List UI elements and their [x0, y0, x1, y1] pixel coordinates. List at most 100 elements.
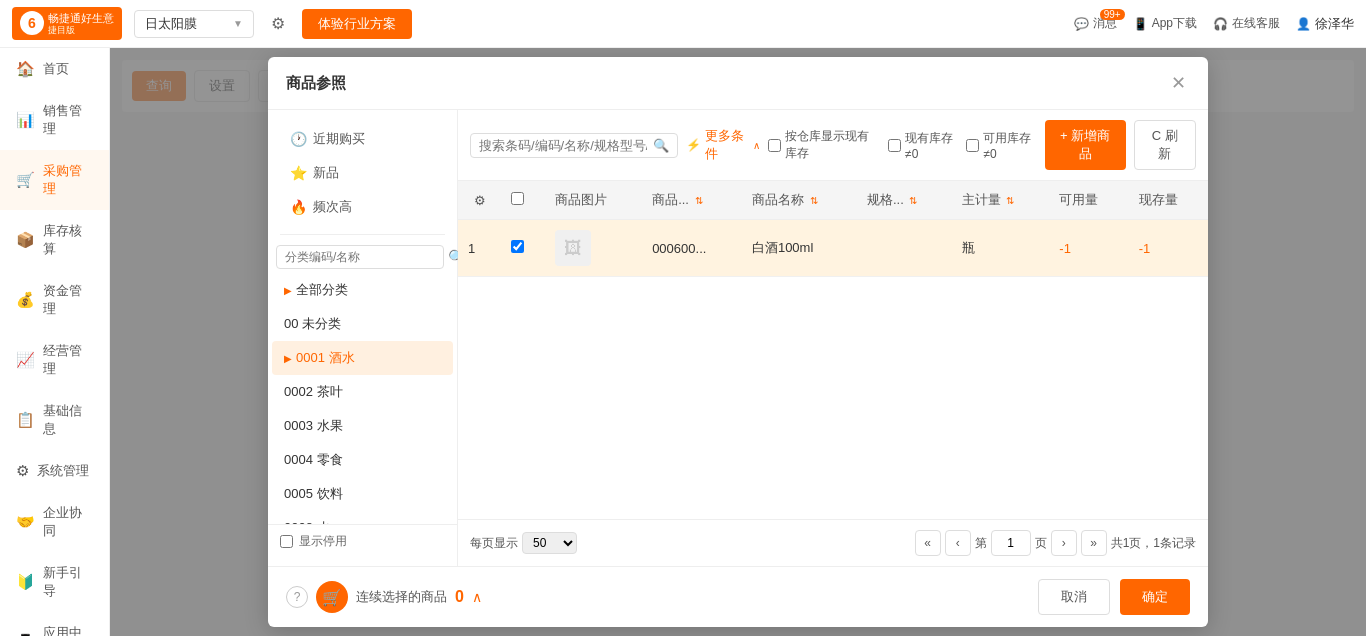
sidebar-item-apps[interactable]: 📱 应用中心 [0, 612, 109, 636]
sidebar-item-home[interactable]: 🏠 首页 [0, 48, 109, 90]
col-spec[interactable]: 规格... ⇅ [857, 181, 952, 220]
tab-frequent[interactable]: 🔥 频次高 [280, 190, 445, 224]
per-page-selector: 每页显示 50 20 100 [470, 532, 577, 554]
last-page-button[interactable]: » [1081, 530, 1107, 556]
store-dropdown[interactable]: 日太阳膜 ▼ [134, 10, 254, 38]
finance-icon: 💰 [16, 291, 35, 309]
existing-stock-checkbox[interactable] [888, 139, 901, 152]
product-search-box: 🔍 [470, 133, 678, 158]
operation-icon: 📈 [16, 351, 35, 369]
purchase-icon: 🛒 [16, 171, 35, 189]
category-all[interactable]: ▶ 全部分类 [272, 273, 453, 307]
top-nav: 6 畅捷通好生意 捷目版 日太阳膜 ▼ ⚙ 体验行业方案 💬 消息 99+ 📱 … [0, 0, 1366, 48]
row-checkbox[interactable] [501, 220, 545, 277]
dropdown-arrow-icon: ▼ [233, 18, 243, 29]
sidebar-item-guide[interactable]: 🔰 新手引导 [0, 552, 109, 612]
system-icon: ⚙ [16, 462, 29, 480]
sidebar-item-sales[interactable]: 📊 销售管理 [0, 90, 109, 150]
row-unit: 瓶 [952, 220, 1050, 277]
logo-text: 畅捷通好生意 捷目版 [48, 11, 114, 37]
inventory-icon: 📦 [16, 231, 35, 249]
filter-bar: 🔍 ⚡ 更多条件 ∧ 按仓库显示现有库存 [458, 110, 1208, 181]
app-download-btn[interactable]: 📱 App下载 [1133, 15, 1197, 32]
selected-count: 0 [455, 588, 464, 606]
category-search-input[interactable] [276, 245, 444, 269]
select-all-checkbox[interactable] [511, 192, 524, 205]
row-name: 白酒100ml [742, 220, 857, 277]
sidebar-item-finance[interactable]: 💰 资金管理 [0, 270, 109, 330]
experience-button[interactable]: 体验行业方案 [302, 9, 412, 39]
user-info[interactable]: 👤 徐泽华 [1296, 15, 1354, 33]
confirm-button[interactable]: 确定 [1120, 579, 1190, 615]
service-btn[interactable]: 🎧 在线客服 [1213, 15, 1280, 32]
pagination-bar: 每页显示 50 20 100 « ‹ 第 [458, 519, 1208, 566]
sidebar-item-operation[interactable]: 📈 经营管理 [0, 330, 109, 390]
col-code[interactable]: 商品... ⇅ [642, 181, 742, 220]
search-icon[interactable]: 🔍 [653, 138, 669, 153]
collapse-footer-button[interactable]: ∧ [472, 589, 482, 605]
col-unit[interactable]: 主计量 ⇅ [952, 181, 1050, 220]
modal-header: 商品参照 ✕ [268, 57, 1208, 110]
existing-stock-filter[interactable]: 现有库存≠0 [888, 130, 958, 161]
sidebar-item-system[interactable]: ⚙ 系统管理 [0, 450, 109, 492]
col-available: 可用量 [1049, 181, 1128, 220]
sidebar: 🏠 首页 📊 销售管理 🛒 采购管理 📦 库存核算 💰 资金管理 📈 经营管理 … [0, 48, 110, 636]
next-page-button[interactable]: › [1051, 530, 1077, 556]
col-settings[interactable]: ⚙ [458, 181, 501, 220]
row-available: -1 [1049, 220, 1128, 277]
product-thumbnail: 🖼 [555, 230, 591, 266]
available-stock-checkbox[interactable] [966, 139, 979, 152]
category-00[interactable]: 00 未分类 [272, 307, 453, 341]
col-checkbox-header[interactable] [501, 181, 545, 220]
logo[interactable]: 6 畅捷通好生意 捷目版 [12, 7, 122, 41]
sort-name-icon: ⇅ [810, 195, 818, 206]
sidebar-item-purchase[interactable]: 🛒 采购管理 [0, 150, 109, 210]
add-product-button[interactable]: + 新增商品 [1045, 120, 1126, 170]
category-0004[interactable]: 0004 零食 [272, 443, 453, 477]
message-btn[interactable]: 💬 消息 99+ [1074, 15, 1117, 32]
category-0002[interactable]: 0002 茶叶 [272, 375, 453, 409]
available-stock-filter[interactable]: 可用库存≠0 [966, 130, 1036, 161]
row-image: 🖼 [545, 220, 642, 277]
col-image: 商品图片 [545, 181, 642, 220]
category-list: ▶ 全部分类 00 未分类 ▶ 0001 酒水 0002 茶 [268, 273, 457, 524]
recent-icon: 🕐 [290, 131, 307, 147]
product-search-input[interactable] [479, 138, 647, 153]
settings-icon[interactable]: ⚙ [262, 8, 294, 40]
page-number-input[interactable] [991, 530, 1031, 556]
row-spec [857, 220, 952, 277]
table-row[interactable]: 1 🖼 000600... 白酒100ml 瓶 [458, 220, 1208, 277]
show-disabled-row: 显示停用 [268, 524, 457, 558]
sidebar-item-basic-info[interactable]: 📋 基础信息 [0, 390, 109, 450]
col-name[interactable]: 商品名称 ⇅ [742, 181, 857, 220]
sidebar-item-inventory[interactable]: 📦 库存核算 [0, 210, 109, 270]
cart-button[interactable]: 🛒 [316, 581, 348, 613]
category-0003[interactable]: 0003 水果 [272, 409, 453, 443]
tab-new[interactable]: ⭐ 新品 [280, 156, 445, 190]
help-icon[interactable]: ? [286, 586, 308, 608]
filter-more-button[interactable]: ⚡ 更多条件 ∧ [686, 127, 760, 163]
active-arrow-icon: ▶ [284, 353, 292, 364]
per-page-select[interactable]: 50 20 100 [522, 532, 577, 554]
tab-recent[interactable]: 🕐 近期购买 [280, 122, 445, 156]
chevron-up-icon: ∧ [753, 140, 760, 151]
sidebar-item-enterprise[interactable]: 🤝 企业协同 [0, 492, 109, 552]
warehouse-checkbox[interactable] [768, 139, 781, 152]
category-0001[interactable]: ▶ 0001 酒水 [272, 341, 453, 375]
cancel-button[interactable]: 取消 [1038, 579, 1110, 615]
main-layout: 🏠 首页 📊 销售管理 🛒 采购管理 📦 库存核算 💰 资金管理 📈 经营管理 … [0, 48, 1366, 636]
category-0008[interactable]: 0008 水 [272, 511, 453, 524]
sort-code-icon: ⇅ [695, 195, 703, 206]
modal-close-button[interactable]: ✕ [1166, 71, 1190, 95]
show-disabled-checkbox[interactable] [280, 535, 293, 548]
message-badge: 99+ [1100, 9, 1125, 20]
first-page-button[interactable]: « [915, 530, 941, 556]
selected-label: 连续选择的商品 [356, 588, 447, 606]
row-code: 000600... [642, 220, 742, 277]
modal-body: 🕐 近期购买 ⭐ 新品 🔥 频次高 [268, 110, 1208, 566]
warehouse-filter[interactable]: 按仓库显示现有库存 [768, 128, 880, 162]
refresh-button[interactable]: C 刷新 [1134, 120, 1197, 170]
table-actions: + 新增商品 C 刷新 [1045, 120, 1196, 170]
category-0005[interactable]: 0005 饮料 [272, 477, 453, 511]
prev-page-button[interactable]: ‹ [945, 530, 971, 556]
